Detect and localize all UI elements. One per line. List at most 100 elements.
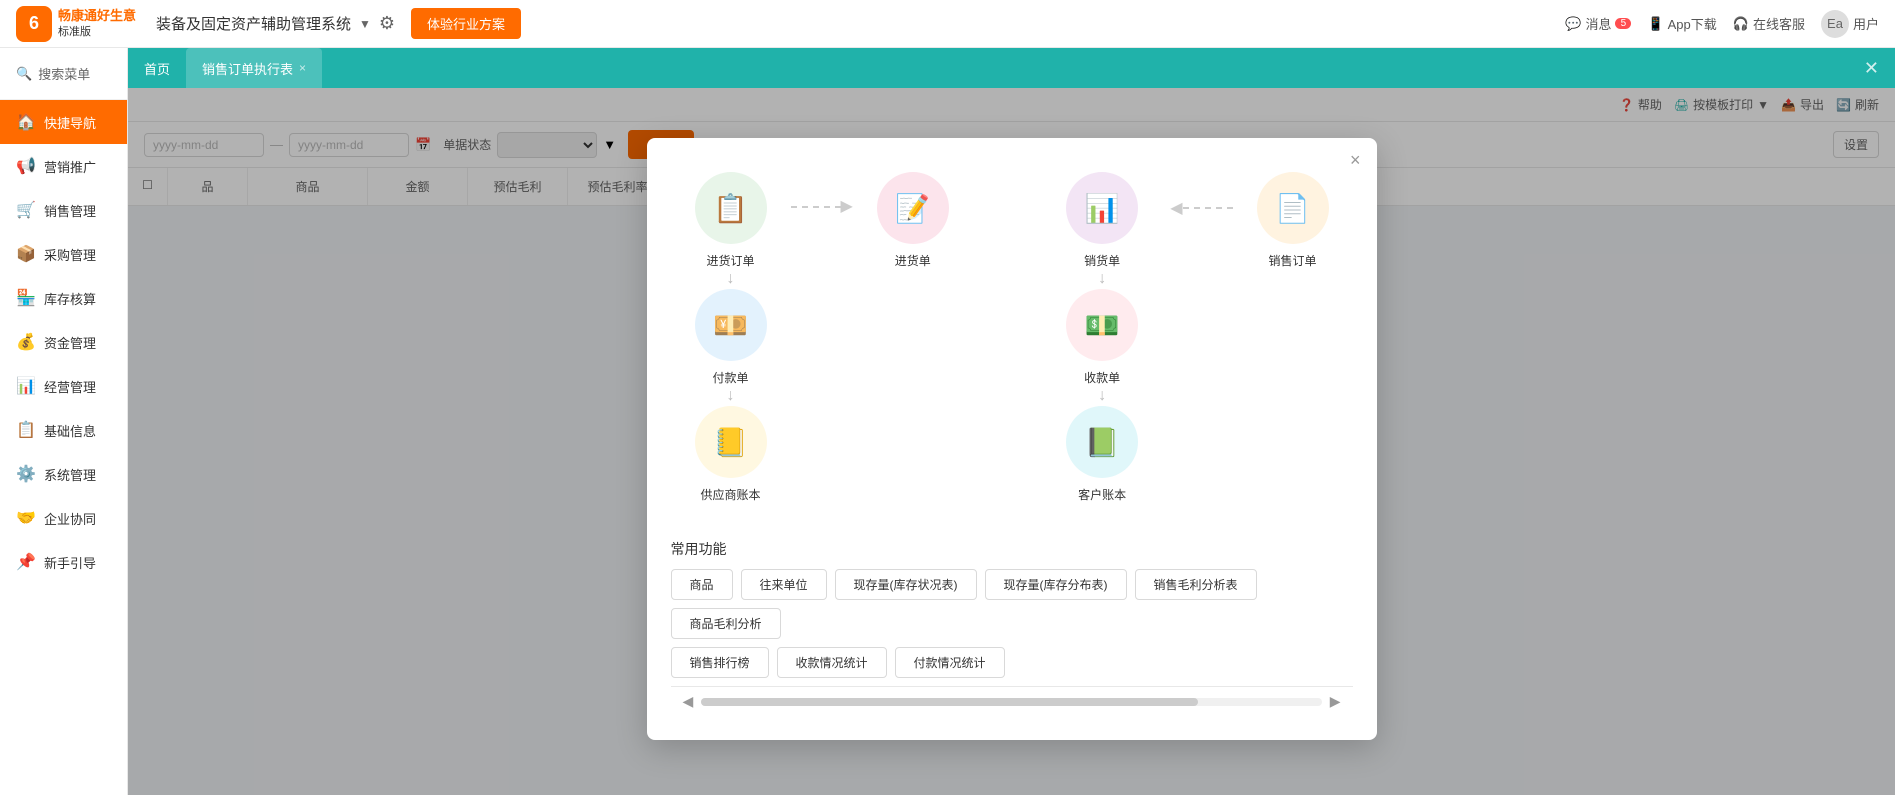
func-btn--------[interactable]: 销售毛利分析表 [1135,569,1257,600]
marketing-icon: 📢 [16,156,36,176]
logo-text: 畅康通好生意 标准版 [58,8,136,39]
purchase-bill-label: 进货单 [895,252,931,269]
tab-close-btn[interactable]: × [299,61,306,75]
sidebar-item-finance[interactable]: 💰 资金管理 [0,320,127,364]
finance-icon: 💰 [16,332,36,352]
payment-bill-node: 💴 付款单 [671,289,791,386]
logo-icon: 6 [16,6,52,42]
sidebar: 🔍 搜索菜单 🏠 快捷导航 📢 营销推广 🛒 销售管理 📦 采购管理 [0,48,128,795]
sales-order-circle: 📄 [1257,172,1329,244]
search-menu-btn[interactable]: 🔍 搜索菜单 [8,58,119,89]
trial-btn[interactable]: 体验行业方案 [411,8,521,39]
sales-order-flow: 📄 销售订单 [1233,172,1353,269]
func-buttons-row1: 商品往来单位现存量(库存状况表) 现存量(库存分布表) 销售毛利分析表商品毛利分析 [671,569,1353,639]
scroll-thumb [701,698,1197,706]
tab-home[interactable]: 首页 [128,48,186,88]
scroll-track [701,698,1321,706]
payment-bill-label: 付款单 [712,369,748,386]
func-btn-----[interactable]: 往来单位 [741,569,827,600]
sidebar-item-operations[interactable]: 📊 经营管理 [0,364,127,408]
sidebar-item-inventory[interactable]: 🏪 库存核算 [0,276,127,320]
window-close-btn[interactable]: ✕ [1864,58,1879,79]
func-btn-------[interactable]: 付款情况统计 [895,647,1005,678]
main-area: 🔍 搜索菜单 🏠 快捷导航 📢 营销推广 🛒 销售管理 📦 采购管理 [0,48,1895,795]
purchase-order-label: 进货订单 [706,252,754,269]
message-badge: 5 [1615,18,1631,29]
sales-bill-label: 销货单 [1084,252,1120,269]
receipt-bill-label: 收款单 [1084,369,1120,386]
sales-bill-arrow-v: ↓ [1098,271,1106,287]
sidebar-item-purchase[interactable]: 📦 采购管理 [0,232,127,276]
receipt-bill-node: 💵 收款单 [1042,289,1162,386]
customer-ledger-node: 📗 客户账本 [1042,406,1162,503]
purchase-order-node: 📋 进货订单 [671,172,791,269]
purchase-flow: 📋 进货订单 ↓ 💴 付款单 ↓ 📒 供应商账本 [671,172,791,503]
app-download-btn[interactable]: 📱 App下载 [1647,14,1716,33]
search-icon: 🔍 [16,66,32,82]
func-btn---[interactable]: 商品 [671,569,733,600]
func-btn-----------[interactable]: 现存量(库存分布表) [985,569,1127,600]
h-arrow-1: ▶ [791,172,853,216]
scroll-left-btn[interactable]: ◀ [683,693,694,710]
sidebar-item-basic[interactable]: 📋 基础信息 [0,408,127,452]
top-right: 💬 消息 5 📱 App下载 🎧 在线客服 Ea 用户 [1565,10,1879,38]
purchase-order-circle: 📋 [695,172,767,244]
quick-nav-modal: × 📋 进货订单 ↓ 💴 付款单 [647,138,1377,740]
purchase-bill-node: 📝 进货单 [853,172,973,269]
settings-icon[interactable]: ⚙ [379,13,395,34]
receipt-bill-circle: 💵 [1066,289,1138,361]
sidebar-item-enterprise[interactable]: 🤝 企业协同 [0,496,127,540]
common-functions-title: 常用功能 [671,539,1353,559]
supplier-ledger-node: 📒 供应商账本 [671,406,791,503]
customer-ledger-circle: 📗 [1066,406,1138,478]
func-btn------[interactable]: 销售排行榜 [671,647,769,678]
func-btn-------[interactable]: 收款情况统计 [777,647,887,678]
flow-diagram: 📋 进货订单 ↓ 💴 付款单 ↓ 📒 供应商账本 [671,162,1353,523]
inventory-icon: 🏪 [16,288,36,308]
system-dropdown-btn[interactable]: ▼ [359,17,371,31]
operations-icon: 📊 [16,376,36,396]
sidebar-item-marketing[interactable]: 📢 营销推广 [0,144,127,188]
sales-icon: 🛒 [16,200,36,220]
supplier-ledger-label: 供应商账本 [700,486,760,503]
modal-close-btn[interactable]: × [1350,150,1361,171]
sidebar-item-guide[interactable]: 📌 新手引导 [0,540,127,584]
online-service-btn[interactable]: 🎧 在线客服 [1733,14,1805,33]
receipt-arrow-v: ↓ [1098,388,1106,404]
phone-icon: 📱 [1647,16,1663,32]
sales-bill-flow: 📊 销货单 ↓ 💵 收款单 ↓ 📗 客户账本 [1042,172,1162,503]
purchase-icon: 📦 [16,244,36,264]
sales-order-label: 销售订单 [1268,252,1316,269]
func-buttons-row2: 销售排行榜收款情况统计付款情况统计 [671,647,1353,678]
logo-area: 6 畅康通好生意 标准版 [16,6,144,42]
sales-order-with-arrow: ◀ 📄 销售订单 [1170,172,1352,269]
func-btn-------[interactable]: 商品毛利分析 [671,608,781,639]
guide-icon: 📌 [16,552,36,572]
enterprise-icon: 🤝 [16,508,36,528]
tab-bar: 首页 销售订单执行表 × ✕ [128,48,1895,88]
purchase-arrow-v: ↓ [727,271,735,287]
sidebar-item-system[interactable]: ⚙️ 系统管理 [0,452,127,496]
system-title: 装备及固定资产辅助管理系统 ▼ ⚙ 体验行业方案 [144,8,1565,39]
message-icon: 💬 [1565,16,1581,32]
basic-icon: 📋 [16,420,36,440]
purchase-bill-circle: 📝 [877,172,949,244]
user-btn[interactable]: Ea 用户 [1821,10,1879,38]
supplier-ledger-circle: 📒 [695,406,767,478]
payment-bill-circle: 💴 [695,289,767,361]
app-container: 6 畅康通好生意 标准版 装备及固定资产辅助管理系统 ▼ ⚙ 体验行业方案 💬 … [0,0,1895,795]
tab-sales-order[interactable]: 销售订单执行表 × [186,48,322,88]
sidebar-search: 🔍 搜索菜单 [0,48,127,100]
sidebar-item-sales[interactable]: 🛒 销售管理 [0,188,127,232]
sales-order-node: 📄 销售订单 [1233,172,1353,269]
sales-bill-node: 📊 销货单 [1042,172,1162,269]
sidebar-item-quick[interactable]: 🏠 快捷导航 [0,100,127,144]
content-area: 首页 销售订单执行表 × ✕ ❓ 帮助 [128,48,1895,795]
headset-icon: 🎧 [1733,16,1749,32]
user-avatar: Ea [1821,10,1849,38]
func-btn-----------[interactable]: 现存量(库存状况表) [835,569,977,600]
message-btn[interactable]: 💬 消息 5 [1565,14,1631,33]
scroll-right-btn[interactable]: ▶ [1330,693,1341,710]
common-functions: 常用功能 商品往来单位现存量(库存状况表)现存量(库存分布表)销售毛利分析表商品… [671,539,1353,678]
home-icon: 🏠 [16,112,36,132]
